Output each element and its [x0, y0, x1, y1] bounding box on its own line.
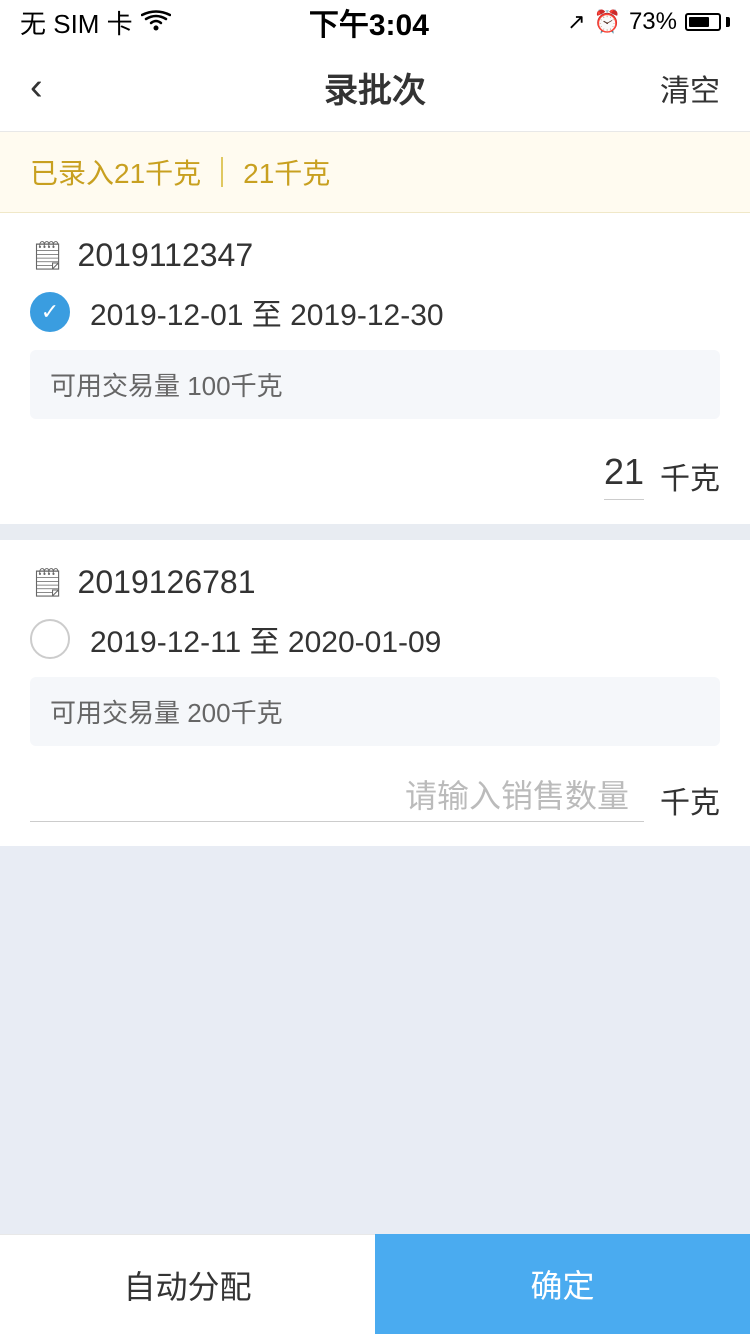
battery-icon — [685, 13, 730, 31]
page-title: 录批次 — [324, 63, 426, 112]
status-right: ↗ ⏰ 73% — [567, 8, 730, 36]
carrier-text: 无 SIM 卡 — [20, 4, 133, 41]
back-button[interactable]: ‹ — [30, 66, 90, 109]
batch-1-amount: 21 — [604, 451, 644, 492]
input-underline — [30, 778, 644, 822]
batch-1-header: 🗒 2019112347 — [0, 213, 750, 282]
status-time: 下午3:04 — [309, 0, 429, 44]
bottom-bar: 自动分配 确定 — [0, 1234, 750, 1334]
qty-input[interactable] — [30, 778, 644, 815]
batch-1-trade: 可用交易量 100千克 — [30, 350, 720, 419]
info-amount: 21千克 — [243, 152, 330, 192]
empty-area — [0, 846, 750, 1286]
status-bar: 无 SIM 卡 下午3:04 ↗ ⏰ 73% — [0, 0, 750, 44]
batch-item-1: 🗒 2019112347 ✓ 2019-12-01 至 2019-12-30 可… — [0, 213, 750, 524]
batch-1-amount-row: 21 千克 — [0, 435, 750, 524]
recorded-text: 已录入21千克 — [30, 152, 201, 192]
batch-1-radio[interactable]: ✓ — [30, 292, 70, 332]
batch-2-date-row[interactable]: 2019-12-11 至 2020-01-09 — [0, 609, 750, 669]
amount-underline-wrap: 21 — [604, 451, 644, 500]
status-left: 无 SIM 卡 — [20, 4, 171, 41]
clear-button[interactable]: 清空 — [660, 66, 720, 110]
batch-1-id: 2019112347 — [78, 237, 254, 274]
alarm-icon: ⏰ — [594, 9, 621, 35]
nav-bar: ‹ 录批次 清空 — [0, 44, 750, 132]
batch-2-icon: 🗒 — [30, 566, 66, 599]
batch-2-radio[interactable] — [30, 619, 70, 659]
wifi-icon — [141, 7, 171, 38]
auto-distribute-button[interactable]: 自动分配 — [0, 1234, 375, 1334]
info-banner: 已录入21千克 21千克 — [0, 132, 750, 213]
batch-1-unit: 千克 — [660, 454, 720, 498]
batch-2-trade: 可用交易量 200千克 — [30, 677, 720, 746]
batch-1-date: 2019-12-01 至 2019-12-30 — [90, 290, 444, 334]
check-icon: ✓ — [41, 299, 59, 325]
batch-1-date-row[interactable]: ✓ 2019-12-01 至 2019-12-30 — [0, 282, 750, 342]
batch-item-2: 🗒 2019126781 2019-12-11 至 2020-01-09 可用交… — [0, 540, 750, 846]
info-divider — [221, 157, 223, 187]
battery-percent: 73% — [629, 8, 677, 36]
batch-2-id: 2019126781 — [78, 564, 256, 601]
batch-1-icon: 🗒 — [30, 239, 66, 272]
location-icon: ↗ — [567, 9, 585, 35]
section-divider — [0, 524, 750, 540]
batch-2-date: 2019-12-11 至 2020-01-09 — [90, 617, 441, 661]
batch-2-unit: 千克 — [660, 778, 720, 822]
batch-2-header: 🗒 2019126781 — [0, 540, 750, 609]
batch-2-input-row: 千克 — [0, 762, 750, 846]
confirm-button[interactable]: 确定 — [375, 1234, 750, 1334]
